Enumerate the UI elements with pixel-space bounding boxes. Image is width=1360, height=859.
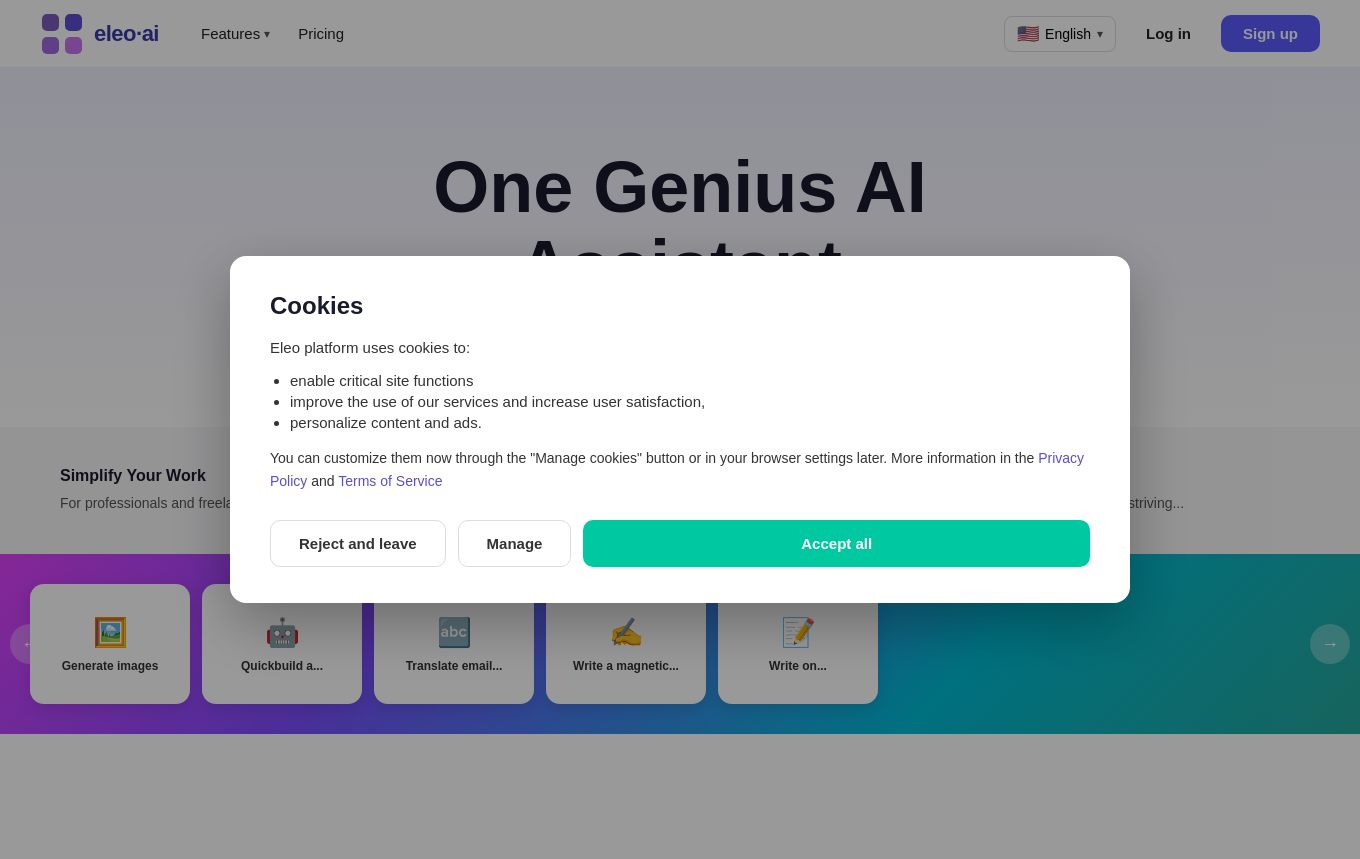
cookie-overlay: Cookies Eleo platform uses cookies to: e… bbox=[0, 0, 1360, 734]
cookie-intro: Eleo platform uses cookies to: bbox=[270, 336, 1090, 360]
cookie-footer-text: You can customize them now through the "… bbox=[270, 447, 1090, 492]
cookie-bullet-0: enable critical site functions bbox=[290, 372, 1090, 389]
cookie-bullet-1: improve the use of our services and incr… bbox=[290, 393, 1090, 410]
terms-of-service-link[interactable]: Terms of Service bbox=[338, 473, 442, 489]
cookie-buttons: Reject and leave Manage Accept all bbox=[270, 520, 1090, 567]
accept-button[interactable]: Accept all bbox=[583, 520, 1090, 567]
cookie-bullet-2: personalize content and ads. bbox=[290, 414, 1090, 431]
cookie-modal: Cookies Eleo platform uses cookies to: e… bbox=[230, 256, 1130, 603]
cookie-title: Cookies bbox=[270, 292, 1090, 320]
manage-button[interactable]: Manage bbox=[458, 520, 572, 567]
reject-button[interactable]: Reject and leave bbox=[270, 520, 446, 567]
cookie-list: enable critical site functions improve t… bbox=[290, 372, 1090, 431]
